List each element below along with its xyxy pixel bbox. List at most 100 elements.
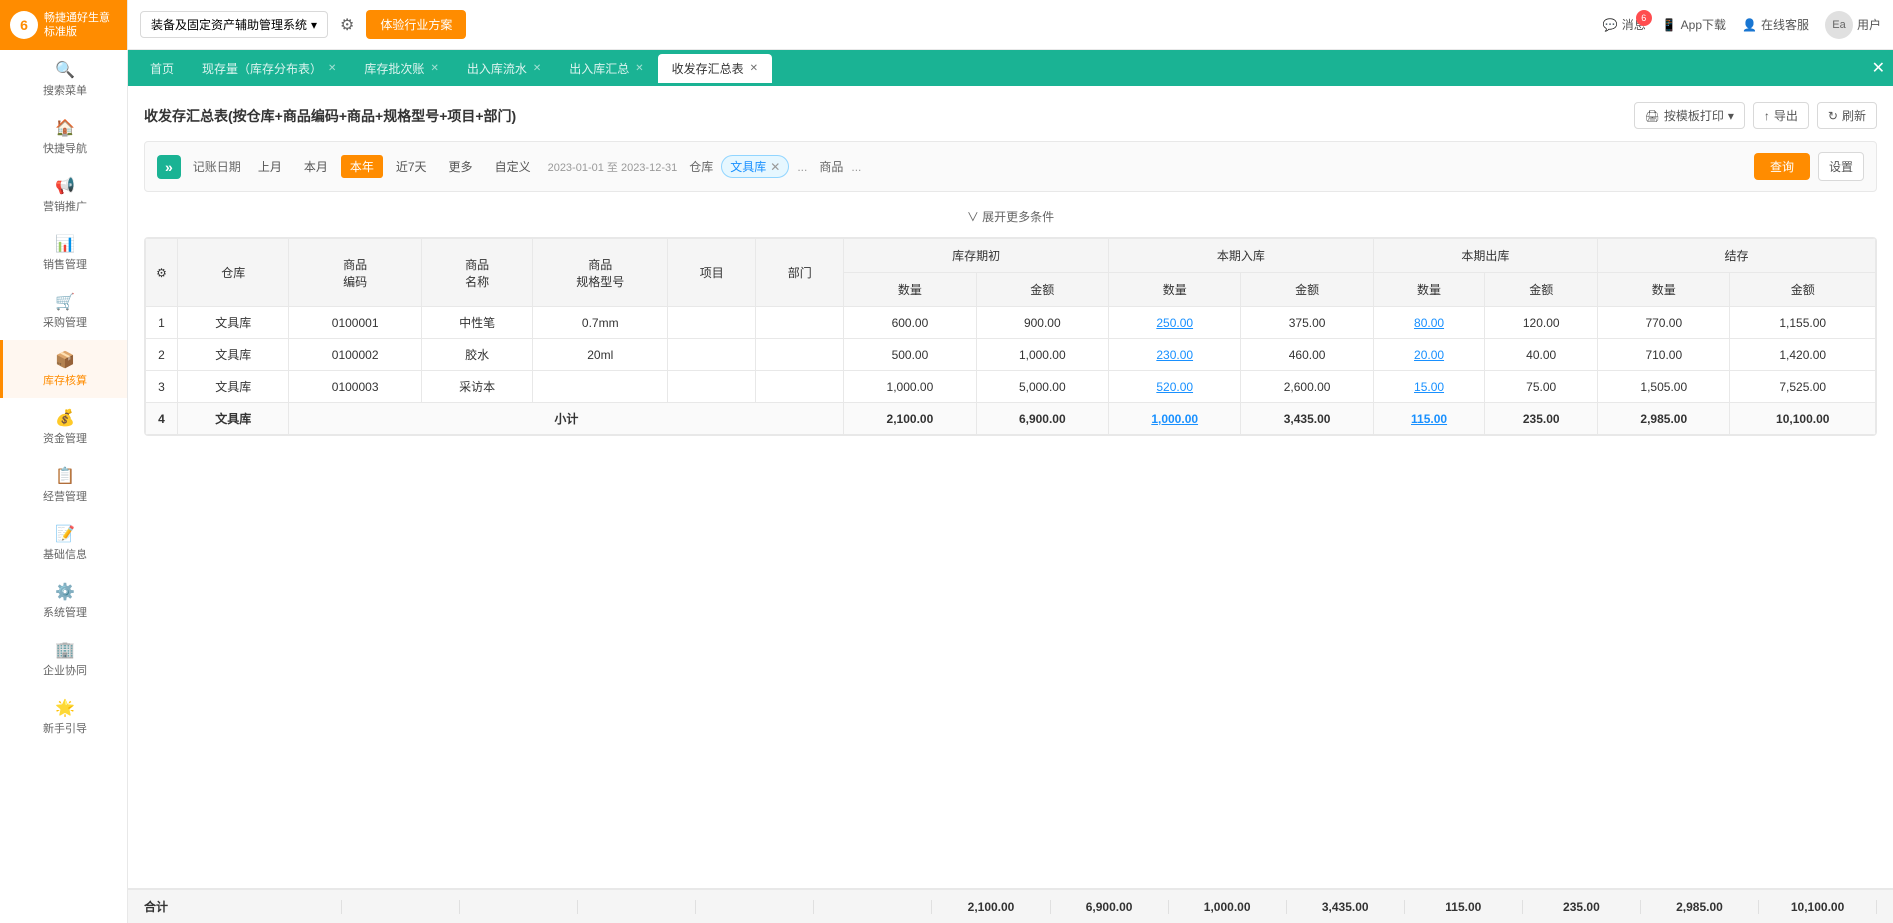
th-project: 项目 bbox=[668, 239, 756, 307]
cell-in-qty[interactable]: 230.00 bbox=[1109, 339, 1241, 371]
sidebar-item-sales[interactable]: 📊销售管理 bbox=[0, 224, 127, 282]
logo-icon: 6 bbox=[10, 11, 38, 39]
date-btn-本月[interactable]: 本月 bbox=[295, 155, 337, 178]
th-out-amount: 金额 bbox=[1485, 273, 1598, 307]
tab-close-inout-flow[interactable]: ✕ bbox=[533, 63, 541, 74]
sidebar-item-purchase[interactable]: 🛒采购管理 bbox=[0, 282, 127, 340]
cell-subtotal-in-qty[interactable]: 1,000.00 bbox=[1109, 403, 1241, 435]
cell-department bbox=[756, 307, 844, 339]
warehouse-tag[interactable]: 文具库 ✕ bbox=[721, 155, 789, 178]
refresh-btn[interactable]: ↻ 刷新 bbox=[1817, 102, 1877, 129]
th-settings[interactable]: ⚙ bbox=[146, 239, 178, 307]
top-header: 装备及固定资产辅助管理系统 ▾ ⚙ 体验行业方案 💬 消息 6 📱 App下载 … bbox=[128, 0, 1893, 50]
cell-in-qty[interactable]: 250.00 bbox=[1109, 307, 1241, 339]
tab-home[interactable]: 首页 bbox=[136, 54, 188, 83]
warehouse-label: 仓库 bbox=[689, 158, 713, 175]
sidebar: 6 畅捷通好生意 标准版 🔍搜索菜单🏠快捷导航📢营销推广📊销售管理🛒采购管理📦库… bbox=[0, 0, 128, 923]
logo-text: 畅捷通好生意 标准版 bbox=[44, 11, 110, 40]
commodity-more[interactable]: ... bbox=[851, 160, 861, 174]
sidebar-item-marketing[interactable]: 📢营销推广 bbox=[0, 166, 127, 224]
tab-receive-send-summary[interactable]: 收发存汇总表✕ bbox=[658, 54, 772, 83]
cell-department bbox=[756, 371, 844, 403]
main-area: 装备及固定资产辅助管理系统 ▾ ⚙ 体验行业方案 💬 消息 6 📱 App下载 … bbox=[128, 0, 1893, 923]
print-btn[interactable]: 🖨 按模板打印 ▾ bbox=[1634, 102, 1745, 129]
filter-expand-btn[interactable]: » bbox=[157, 155, 181, 179]
th-out-qty: 数量 bbox=[1373, 273, 1485, 307]
cell-in-amount: 460.00 bbox=[1241, 339, 1373, 371]
sidebar-item-label-quick-nav: 快捷导航 bbox=[43, 140, 87, 156]
th-product-spec: 商品规格型号 bbox=[533, 239, 668, 307]
tab-close-inout-summary[interactable]: ✕ bbox=[635, 63, 643, 74]
tab-inout-summary[interactable]: 出入库汇总✕ bbox=[555, 54, 657, 83]
tab-close-batch-accounts[interactable]: ✕ bbox=[430, 63, 438, 74]
tab-close-inventory-distribution[interactable]: ✕ bbox=[328, 63, 336, 74]
refresh-label: 刷新 bbox=[1842, 107, 1866, 124]
footer-cells: 2,100.00 6,900.00 1,000.00 3,435.00 115.… bbox=[224, 900, 1877, 914]
footer-opening-amount: 6,900.00 bbox=[1051, 900, 1169, 914]
message-icon: 💬 bbox=[1603, 18, 1618, 32]
message-action[interactable]: 💬 消息 6 bbox=[1603, 16, 1646, 33]
cell-out-amount: 120.00 bbox=[1485, 307, 1598, 339]
cell-opening-amount: 900.00 bbox=[976, 307, 1108, 339]
sidebar-item-label-newbie: 新手引导 bbox=[43, 720, 87, 736]
sidebar-item-newbie[interactable]: 🌟新手引导 bbox=[0, 688, 127, 746]
cell-out-qty[interactable]: 80.00 bbox=[1373, 307, 1485, 339]
sidebar-item-search[interactable]: 🔍搜索菜单 bbox=[0, 50, 127, 108]
cell-in-qty[interactable]: 520.00 bbox=[1109, 371, 1241, 403]
date-btn-更多[interactable]: 更多 bbox=[440, 155, 482, 178]
warehouse-tag-text: 文具库 bbox=[730, 158, 766, 175]
sidebar-item-label-sales: 销售管理 bbox=[43, 256, 87, 272]
date-btn-近7天[interactable]: 近7天 bbox=[387, 155, 436, 178]
top-header-actions: 💬 消息 6 📱 App下载 👤 在线客服 Ea 用户 bbox=[1603, 11, 1881, 39]
marketing-icon: 📢 bbox=[55, 176, 75, 196]
filter-settings-btn[interactable]: 设置 bbox=[1818, 152, 1864, 181]
warehouse-more[interactable]: ... bbox=[797, 160, 807, 174]
system-icon: ⚙️ bbox=[55, 582, 75, 602]
sidebar-item-label-system: 系统管理 bbox=[43, 604, 87, 620]
cell-product-code: 0100003 bbox=[289, 371, 421, 403]
sidebar-item-operations[interactable]: 📋经营管理 bbox=[0, 456, 127, 514]
commodity-filter-section: 商品 ... bbox=[819, 158, 861, 175]
sidebar-item-finance[interactable]: 💰资金管理 bbox=[0, 398, 127, 456]
cell-subtotal-out-qty[interactable]: 115.00 bbox=[1373, 403, 1485, 435]
cell-product-spec bbox=[533, 371, 668, 403]
settings-icon[interactable]: ⚙ bbox=[340, 15, 354, 35]
chevron-down-icon: ▾ bbox=[311, 18, 317, 32]
user-action[interactable]: Ea 用户 bbox=[1825, 11, 1881, 39]
cell-opening-qty: 600.00 bbox=[844, 307, 976, 339]
trial-btn[interactable]: 体验行业方案 bbox=[366, 10, 466, 39]
sidebar-item-label-base-info: 基础信息 bbox=[43, 546, 87, 562]
commodity-label: 商品 bbox=[819, 158, 843, 175]
expand-more-btn[interactable]: ∨ 展开更多条件 bbox=[967, 208, 1054, 225]
cell-product-spec: 0.7mm bbox=[533, 307, 668, 339]
th-balance-qty: 数量 bbox=[1598, 273, 1730, 307]
tab-inventory-distribution[interactable]: 现存量（库存分布表）✕ bbox=[188, 54, 350, 83]
sidebar-item-inventory[interactable]: 📦库存核算 bbox=[0, 340, 127, 398]
date-btn-上月[interactable]: 上月 bbox=[249, 155, 291, 178]
tab-batch-accounts[interactable]: 库存批次账✕ bbox=[350, 54, 452, 83]
tab-label-home: 首页 bbox=[150, 60, 174, 77]
date-btn-本年[interactable]: 本年 bbox=[341, 155, 383, 178]
system-select[interactable]: 装备及固定资产辅助管理系统 ▾ bbox=[140, 11, 328, 38]
tab-close-receive-send-summary[interactable]: ✕ bbox=[750, 63, 758, 74]
footer-in-amount: 3,435.00 bbox=[1287, 900, 1405, 914]
tab-inout-flow[interactable]: 出入库流水✕ bbox=[453, 54, 555, 83]
sidebar-item-enterprise[interactable]: 🏢企业协同 bbox=[0, 630, 127, 688]
query-btn[interactable]: 查询 bbox=[1754, 153, 1810, 180]
app-download-action[interactable]: 📱 App下载 bbox=[1662, 16, 1726, 33]
table-row: 2 文具库 0100002 胶水 20ml 500.00 1,000.00 23… bbox=[146, 339, 1876, 371]
th-in-amount: 金额 bbox=[1241, 273, 1373, 307]
sidebar-item-quick-nav[interactable]: 🏠快捷导航 bbox=[0, 108, 127, 166]
tabs-close-all[interactable]: ✕ bbox=[1872, 58, 1885, 78]
cell-balance-amount: 7,525.00 bbox=[1730, 371, 1876, 403]
online-service-action[interactable]: 👤 在线客服 bbox=[1742, 16, 1809, 33]
sidebar-item-system[interactable]: ⚙️ 系统管理 bbox=[0, 572, 127, 630]
sidebar-item-base-info[interactable]: 📝基础信息 bbox=[0, 514, 127, 572]
cell-out-amount: 75.00 bbox=[1485, 371, 1598, 403]
warehouse-tag-close[interactable]: ✕ bbox=[770, 160, 780, 174]
date-btn-自定义[interactable]: 自定义 bbox=[486, 155, 540, 178]
service-icon: 👤 bbox=[1742, 18, 1757, 32]
export-btn[interactable]: ↑ 导出 bbox=[1753, 102, 1809, 129]
cell-out-qty[interactable]: 15.00 bbox=[1373, 371, 1485, 403]
cell-out-qty[interactable]: 20.00 bbox=[1373, 339, 1485, 371]
